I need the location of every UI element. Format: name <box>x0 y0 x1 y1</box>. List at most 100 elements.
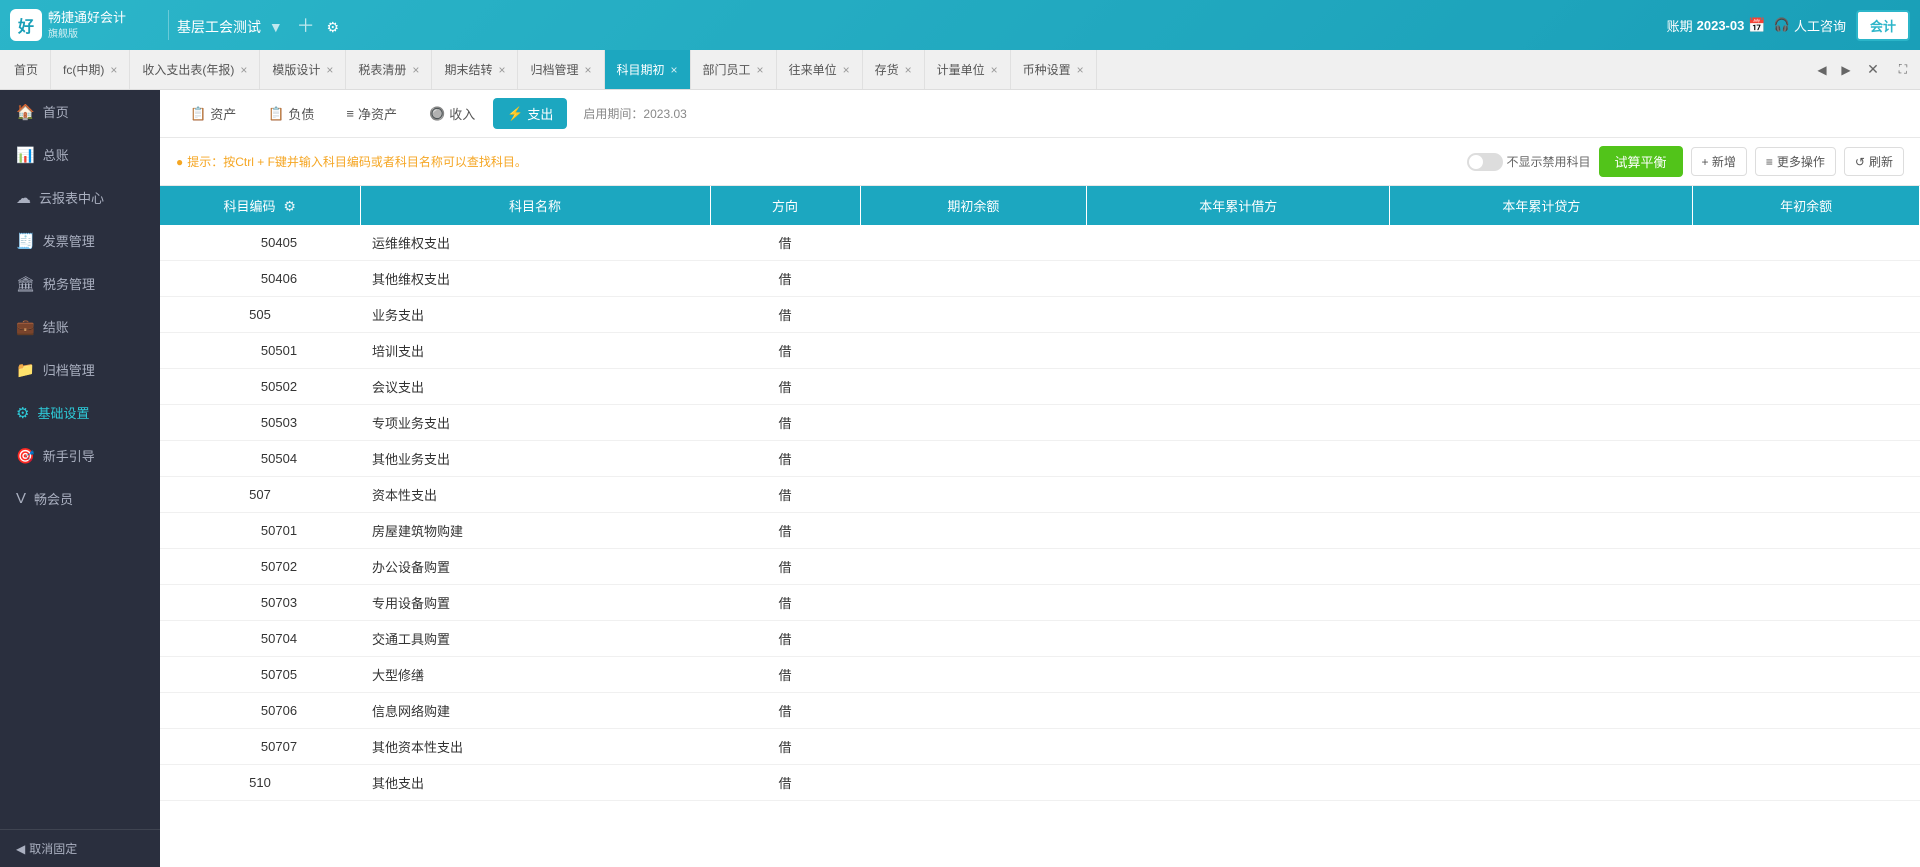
ytd_debit-cell <box>1087 513 1390 549</box>
sub-tab-资产[interactable]: 📋资产 <box>176 98 250 129</box>
table-row[interactable]: 50705大型修缮借 <box>160 657 1920 693</box>
sub-tab-净资产[interactable]: ≡净资产 <box>332 98 411 129</box>
tab-科目期初[interactable]: 科目期初× <box>605 50 691 89</box>
calendar-icon[interactable]: 📅 <box>1748 17 1765 34</box>
tab-label: 期末结转 <box>444 61 492 78</box>
sidebar-icon-总账: 📊 <box>16 146 35 164</box>
sidebar-item-税务管理[interactable]: 🏛税务管理 <box>0 262 160 305</box>
tab-close-icon[interactable]: × <box>671 63 678 77</box>
tab-fc(中期)[interactable]: fc(中期)× <box>51 50 130 89</box>
direction-cell: 借 <box>710 405 860 441</box>
table-row[interactable]: 50701房屋建筑物购建借 <box>160 513 1920 549</box>
add-tab-icon[interactable]: ＋ <box>297 16 315 36</box>
tab-收入支出表(年报)[interactable]: 收入支出表(年报)× <box>130 50 260 89</box>
sub-tab-负债[interactable]: 📋负债 <box>254 98 328 129</box>
tab-close-icon[interactable]: × <box>1077 63 1084 77</box>
tab-prev-button[interactable]: ◀ <box>1810 50 1834 89</box>
tab-close-all-button[interactable]: ✕ <box>1858 50 1888 89</box>
sidebar-item-发票管理[interactable]: 🧾发票管理 <box>0 219 160 262</box>
sub-tab-icon: 🔘 <box>429 106 445 122</box>
col-header-本年累计贷方: 本年累计贷方 <box>1390 186 1693 225</box>
balance-button[interactable]: 试算平衡 <box>1599 146 1683 177</box>
table-row[interactable]: 50504其他业务支出借 <box>160 441 1920 477</box>
tab-归档管理[interactable]: 归档管理× <box>518 50 604 89</box>
tab-close-icon[interactable]: × <box>498 63 505 77</box>
table-row[interactable]: 50502会议支出借 <box>160 369 1920 405</box>
sub-tab-收入[interactable]: 🔘收入 <box>415 98 489 129</box>
name-cell: 办公设备购置 <box>360 549 710 585</box>
help-button[interactable]: 🎧 人工咨询 <box>1774 16 1846 35</box>
sidebar-item-基础设置[interactable]: ⚙基础设置 <box>0 391 160 434</box>
tab-label: 币种设置 <box>1023 61 1071 78</box>
tab-币种设置[interactable]: 币种设置 × <box>1011 50 1097 89</box>
tab-模版设计[interactable]: 模版设计× <box>260 50 346 89</box>
direction-cell: 借 <box>710 657 860 693</box>
add-button[interactable]: + 新增 <box>1691 147 1747 176</box>
sidebar-label: 税务管理 <box>43 274 95 293</box>
tab-期末结转[interactable]: 期末结转 × <box>432 50 518 89</box>
table-row[interactable]: 50703专用设备购置借 <box>160 585 1920 621</box>
period_bal-cell <box>860 477 1087 513</box>
tab-expand-button[interactable]: ⛶ <box>1888 50 1918 89</box>
table-row[interactable]: 507资本性支出借 <box>160 477 1920 513</box>
toggle-switch[interactable] <box>1467 153 1503 171</box>
table-row[interactable]: 50501培训支出借 <box>160 333 1920 369</box>
sub-tab-支出[interactable]: ⚡支出 <box>493 98 567 129</box>
tab-close-icon[interactable]: × <box>110 63 117 77</box>
refresh-button[interactable]: ↺ 刷新 <box>1844 147 1904 176</box>
code-cell: 50501 <box>160 333 360 369</box>
table-row[interactable]: 50406其他维权支出借 <box>160 261 1920 297</box>
year_bal-cell <box>1693 693 1920 729</box>
table-row[interactable]: 510其他支出借 <box>160 765 1920 801</box>
logo-sub: 旗舰版 <box>48 25 126 40</box>
tab-close-icon[interactable]: × <box>757 63 764 77</box>
tab-计量单位[interactable]: 计量单位× <box>925 50 1011 89</box>
sidebar-label: 首页 <box>43 102 69 121</box>
company-name[interactable]: 基层工会测试 ▼ ＋ ⚙ <box>177 12 1659 38</box>
sidebar-item-总账[interactable]: 📊总账 <box>0 133 160 176</box>
sub-tab-icon: ≡ <box>346 106 354 121</box>
sidebar-item-首页[interactable]: 🏠首页 <box>0 90 160 133</box>
code-cell: 50704 <box>160 621 360 657</box>
tab-next-button[interactable]: ▶ <box>1834 50 1858 89</box>
table-row[interactable]: 50706信息网络购建借 <box>160 693 1920 729</box>
period_bal-cell <box>860 585 1087 621</box>
tab-存货[interactable]: 存货× <box>863 50 925 89</box>
column-settings-icon[interactable]: ⚙ <box>280 198 296 214</box>
ytd_debit-cell <box>1087 693 1390 729</box>
more-button[interactable]: ≡ 更多操作 <box>1755 147 1836 176</box>
tab-bar: 首页fc(中期)×收入支出表(年报)×模版设计×税表清册×期末结转×归档管理×科… <box>0 50 1920 90</box>
tab-close-icon[interactable]: × <box>905 63 912 77</box>
tab-往来单位[interactable]: 往来单位× <box>777 50 863 89</box>
ytd_debit-cell <box>1087 585 1390 621</box>
sidebar-item-归档管理[interactable]: 📁归档管理 <box>0 348 160 391</box>
tab-close-icon[interactable]: × <box>240 63 247 77</box>
table-row[interactable]: 50704交通工具购置借 <box>160 621 1920 657</box>
table-row[interactable]: 505业务支出借 <box>160 297 1920 333</box>
sidebar-item-畅会员[interactable]: V畅会员 <box>0 477 160 520</box>
sidebar-item-结账[interactable]: 💼结账 <box>0 305 160 348</box>
ytd_debit-cell <box>1087 261 1390 297</box>
tab-首页[interactable]: 首页 <box>2 50 51 89</box>
tab-close-icon[interactable]: × <box>412 63 419 77</box>
table-row[interactable]: 50503专项业务支出借 <box>160 405 1920 441</box>
main-layout: 🏠首页📊总账☁云报表中心🧾发票管理🏛税务管理💼结账📁归档管理⚙基础设置🎯新手引导… <box>0 90 1920 867</box>
show-disabled-toggle[interactable]: 不显示禁用科目 <box>1467 153 1591 171</box>
settings-tab-icon[interactable]: ⚙ <box>327 19 340 35</box>
table-row[interactable]: 50707其他资本性支出借 <box>160 729 1920 765</box>
tab-税表清册[interactable]: 税表清册× <box>346 50 432 89</box>
sidebar-collapse-button[interactable]: ◀ 取消固定 <box>0 829 160 867</box>
tab-close-icon[interactable]: × <box>991 63 998 77</box>
tab-close-icon[interactable]: × <box>326 63 333 77</box>
code-cell: 50504 <box>160 441 360 477</box>
table-row[interactable]: 50702办公设备购置借 <box>160 549 1920 585</box>
account-button[interactable]: 会计 <box>1856 10 1910 41</box>
tab-close-icon[interactable]: × <box>843 63 850 77</box>
tab-部门员工[interactable]: 部门员工× <box>691 50 777 89</box>
tab-close-icon[interactable]: × <box>584 63 591 77</box>
sidebar-item-云报表中心[interactable]: ☁云报表中心 <box>0 176 160 219</box>
period-area: 账期 2023-03 📅 <box>1667 16 1766 35</box>
table-row[interactable]: 50405运维维权支出借 <box>160 225 1920 261</box>
sidebar-item-新手引导[interactable]: 🎯新手引导 <box>0 434 160 477</box>
col-header-年初余额: 年初余额 <box>1693 186 1920 225</box>
